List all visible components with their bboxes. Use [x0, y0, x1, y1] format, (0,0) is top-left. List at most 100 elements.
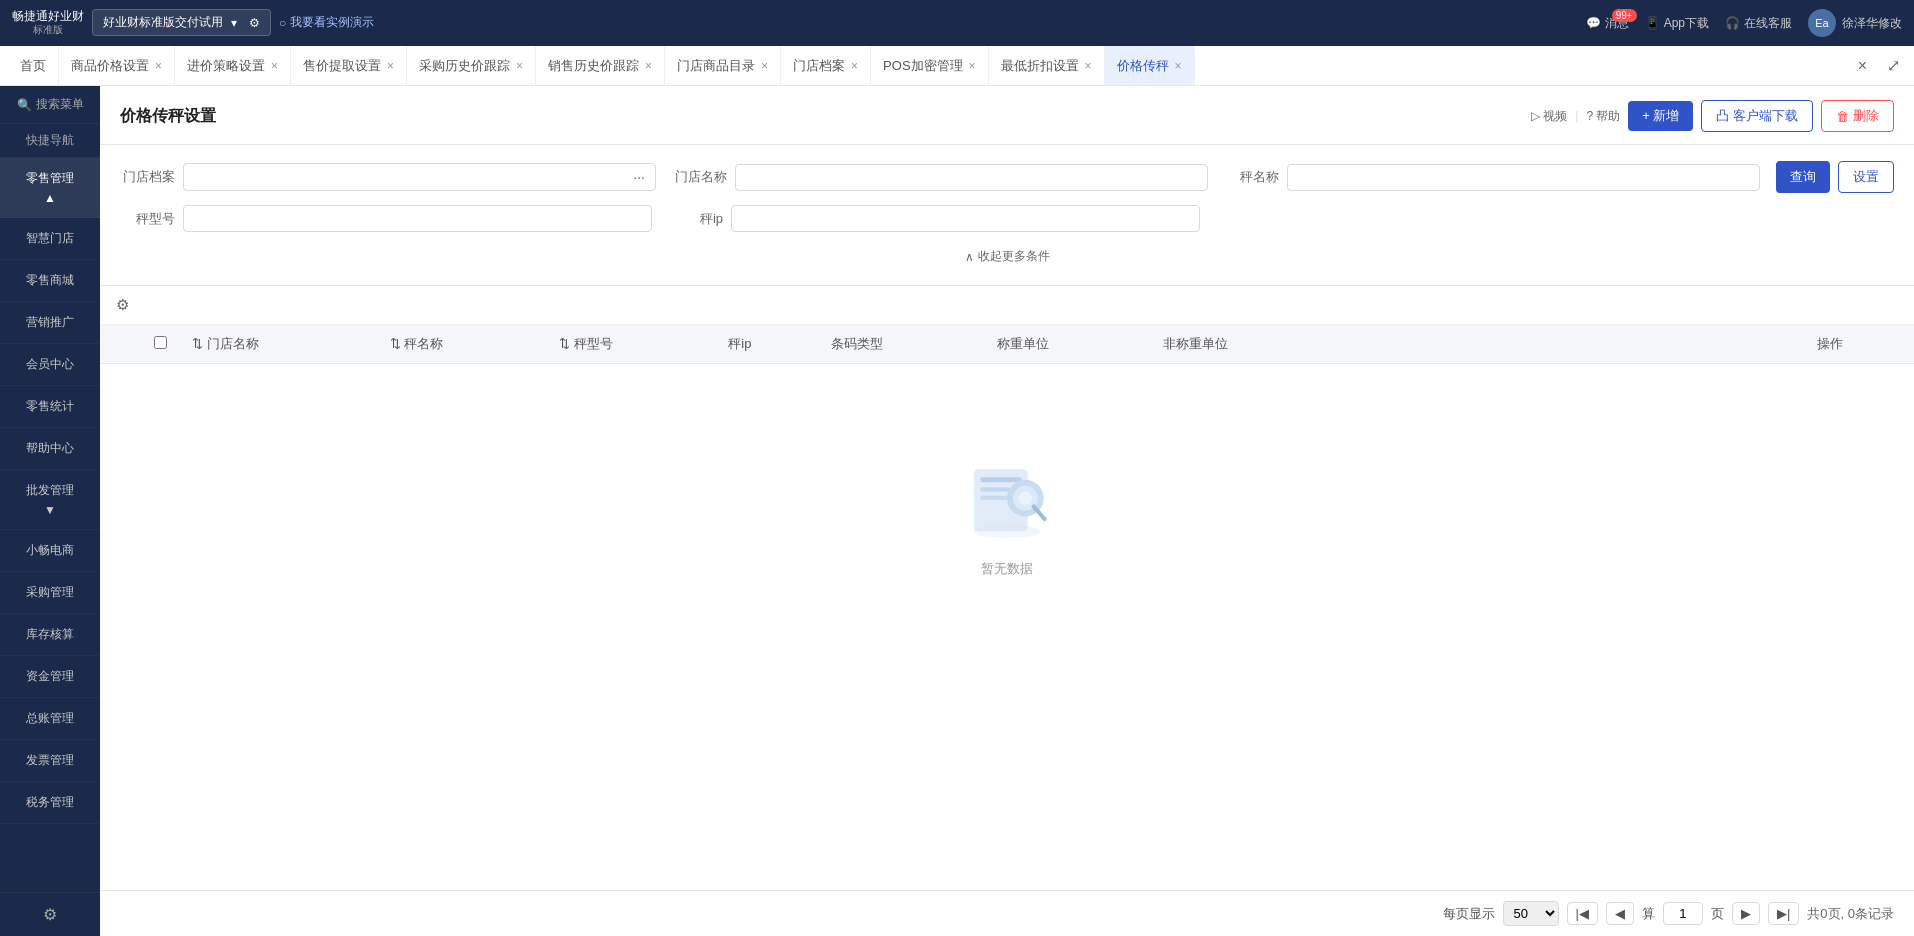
form-row-2: 秤型号 秤ip [120, 205, 1894, 232]
tab-purchase-history-close[interactable]: × [516, 59, 523, 73]
app-download-label: App下载 [1664, 15, 1709, 32]
sidebar-member-label: 会员中心 [26, 356, 74, 373]
tab-purchase-strategy[interactable]: 进价策略设置 × [175, 46, 291, 86]
tab-min-discount-label: 最低折扣设置 [1001, 57, 1079, 75]
tab-pos-encrypt-close[interactable]: × [969, 59, 976, 73]
last-page-button[interactable]: ▶| [1768, 902, 1799, 925]
data-table: ⇅ 门店名称 ⇅ 秤名称 ⇅ 秤型号 秤ip [100, 325, 1914, 364]
prev-page-button[interactable]: ◀ [1606, 902, 1634, 925]
video-link[interactable]: ▷ 视频 [1531, 108, 1567, 125]
sidebar-item-purchase[interactable]: 采购管理 [0, 572, 100, 614]
tab-pos-encrypt-label: POS加密管理 [883, 57, 962, 75]
page-title: 价格传秤设置 [120, 106, 216, 127]
help-link[interactable]: ? 帮助 [1586, 108, 1620, 125]
app-download-button[interactable]: 📱 App下载 [1645, 15, 1709, 32]
collapse-label: 收起更多条件 [978, 248, 1050, 265]
sidebar-item-inventory[interactable]: 库存核算 [0, 614, 100, 656]
collapse-row: ∧ 收起更多条件 [120, 244, 1894, 269]
store-file-input-wrapper: ··· [183, 163, 656, 191]
search-icon: 🔍 [17, 98, 32, 112]
sidebar-item-invoice[interactable]: 发票管理 [0, 740, 100, 782]
tab-sale-history-close[interactable]: × [645, 59, 652, 73]
tab-store-catalog-label: 门店商品目录 [677, 57, 755, 75]
ellipsis-icon[interactable]: ··· [633, 169, 645, 185]
sidebar-quick-nav[interactable]: 快捷导航 [0, 124, 100, 158]
user-area[interactable]: Ea 徐泽华修改 [1808, 9, 1902, 37]
message-icon: 💬 [1586, 16, 1601, 30]
sidebar-item-wholesale[interactable]: 批发管理 ▼ [0, 470, 100, 530]
tab-price-scale-close[interactable]: × [1175, 59, 1182, 73]
help-label: 帮助 [1596, 108, 1620, 125]
online-service-button[interactable]: 🎧 在线客服 [1725, 15, 1792, 32]
next-page-button[interactable]: ▶ [1732, 902, 1760, 925]
th-barcode-type-label: 条码类型 [831, 336, 883, 351]
sidebar-item-retail-mall[interactable]: 零售商城 [0, 260, 100, 302]
tab-store-catalog-close[interactable]: × [761, 59, 768, 73]
sidebar-item-help[interactable]: 帮助中心 [0, 428, 100, 470]
tab-close-button[interactable]: × [1852, 55, 1873, 77]
tab-purchase-history[interactable]: 采购历史价跟踪 × [407, 46, 536, 86]
collapse-button[interactable]: ∧ 收起更多条件 [965, 248, 1050, 265]
tab-store-catalog[interactable]: 门店商品目录 × [665, 46, 781, 86]
product-selector[interactable]: 好业财标准版交付试用 ▾ ⚙ [92, 9, 271, 36]
delete-label: 删除 [1853, 107, 1879, 125]
sidebar-item-general-ledger[interactable]: 总账管理 [0, 698, 100, 740]
sidebar-item-member[interactable]: 会员中心 [0, 344, 100, 386]
scale-model-input[interactable] [183, 205, 652, 232]
th-scale-name-label: ⇅ 秤名称 [390, 336, 444, 351]
header-actions: ▷ 视频 | ? 帮助 + 新增 凸 客户端下载 🗑 [1531, 100, 1894, 132]
settings-button[interactable]: 设置 [1838, 161, 1894, 193]
user-name: 徐泽华修改 [1842, 15, 1902, 32]
settings-label: 设置 [1853, 168, 1879, 186]
first-page-button[interactable]: |◀ [1567, 902, 1598, 925]
tab-price-setting-close[interactable]: × [155, 59, 162, 73]
message-button[interactable]: 💬 消息 99+ [1586, 15, 1629, 32]
store-file-input[interactable] [194, 170, 633, 185]
table-settings-icon[interactable]: ⚙ [116, 296, 129, 314]
page-title-row: 价格传秤设置 ▷ 视频 | ? 帮助 + 新增 凸 客户端下载 [120, 100, 1894, 132]
tab-bar-actions: × ⤢ [1852, 54, 1906, 77]
tab-price-scale-label: 价格传秤 [1117, 57, 1169, 75]
download-button[interactable]: 凸 客户端下载 [1701, 100, 1813, 132]
sidebar-retail-label: 零售管理 [26, 170, 74, 187]
tab-price-scale[interactable]: 价格传秤 × [1105, 46, 1195, 86]
tab-min-discount[interactable]: 最低折扣设置 × [989, 46, 1105, 86]
sidebar-item-smart-store[interactable]: 智慧门店 [0, 218, 100, 260]
tab-pos-encrypt[interactable]: POS加密管理 × [871, 46, 988, 86]
per-page-select[interactable]: 50 10 20 100 [1503, 901, 1559, 926]
tab-sale-price[interactable]: 售价提取设置 × [291, 46, 407, 86]
page-input[interactable] [1663, 902, 1703, 925]
query-button[interactable]: 查询 [1776, 161, 1830, 193]
scale-name-input[interactable] [1287, 164, 1760, 191]
tab-store-files-close[interactable]: × [851, 59, 858, 73]
tab-expand-button[interactable]: ⤢ [1881, 54, 1906, 77]
store-name-input[interactable] [735, 164, 1208, 191]
avatar: Ea [1808, 9, 1836, 37]
add-button[interactable]: + 新增 [1628, 101, 1693, 131]
tab-sale-history[interactable]: 销售历史价跟踪 × [536, 46, 665, 86]
tab-price-setting-label: 商品价格设置 [71, 57, 149, 75]
sidebar: 🔍 搜索菜单 快捷导航 零售管理 ▲ 智慧门店 零售商城 营销推广 会员中心 零… [0, 86, 100, 936]
sidebar-item-marketing[interactable]: 营销推广 [0, 302, 100, 344]
tab-home[interactable]: 首页 [8, 46, 59, 86]
sidebar-item-tax[interactable]: 税务管理 [0, 782, 100, 824]
table-area: ⚙ ⇅ 门店名称 ⇅ 秤名称 [100, 286, 1914, 890]
tab-sale-price-close[interactable]: × [387, 59, 394, 73]
delete-button[interactable]: 🗑 删除 [1821, 100, 1894, 132]
tab-min-discount-close[interactable]: × [1085, 59, 1092, 73]
select-all-checkbox[interactable] [154, 336, 167, 349]
sidebar-inventory-label: 库存核算 [26, 626, 74, 643]
demo-button[interactable]: ○ 我要看实例演示 [279, 14, 374, 31]
tab-store-files[interactable]: 门店档案 × [781, 46, 871, 86]
sidebar-settings[interactable]: ⚙ [0, 892, 100, 936]
tab-price-setting[interactable]: 商品价格设置 × [59, 46, 175, 86]
th-store-name: ⇅ 门店名称 [180, 325, 378, 364]
sidebar-item-finance[interactable]: 资金管理 [0, 656, 100, 698]
scale-ip-input[interactable] [731, 205, 1200, 232]
sidebar-search[interactable]: 🔍 搜索菜单 [0, 86, 100, 124]
sidebar-item-retail[interactable]: 零售管理 ▲ [0, 158, 100, 218]
sidebar-item-retail-stats[interactable]: 零售统计 [0, 386, 100, 428]
tab-purchase-strategy-close[interactable]: × [271, 59, 278, 73]
sidebar-item-xiaochang[interactable]: 小畅电商 [0, 530, 100, 572]
sidebar-finance-label: 资金管理 [26, 668, 74, 685]
